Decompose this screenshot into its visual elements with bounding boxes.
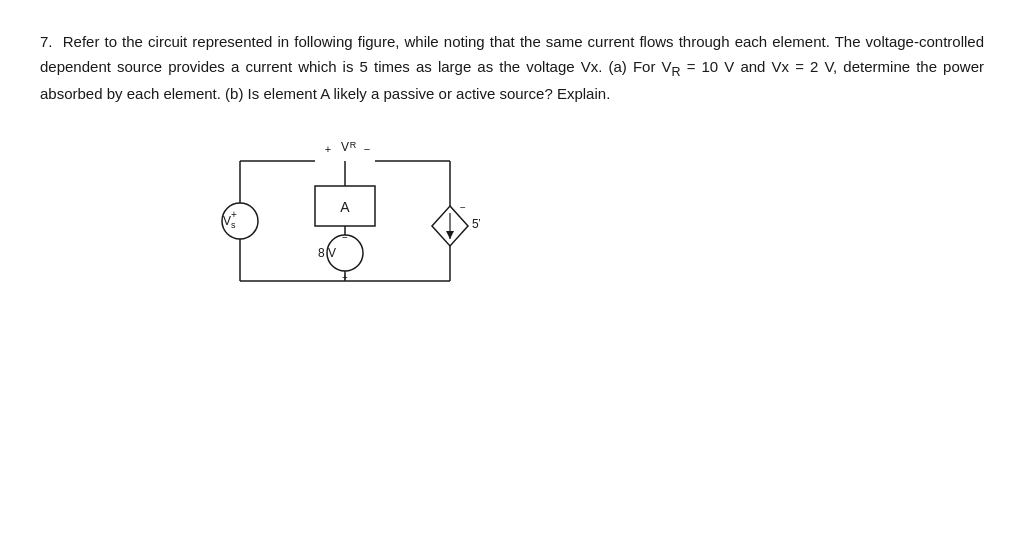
label-8v-plus: + bbox=[342, 272, 348, 283]
label-vr-sub: R bbox=[350, 140, 357, 150]
label-a: A bbox=[340, 199, 350, 215]
label-vs-sub: s bbox=[231, 220, 236, 230]
label-8v: 8 V bbox=[318, 246, 336, 260]
label-5vx-minus: − bbox=[460, 202, 466, 213]
label-vr: V bbox=[341, 140, 349, 154]
question-number: 7. bbox=[40, 33, 63, 50]
svg-text:+: + bbox=[231, 209, 237, 220]
label-vr-minus: − bbox=[364, 143, 370, 155]
label-5vx: 5V bbox=[472, 217, 480, 231]
label-8v-minus: − bbox=[342, 232, 348, 243]
page-content: 7. Refer to the circuit represented in f… bbox=[40, 30, 984, 311]
circuit-diagram: A + V R − + V s − + 8 V − bbox=[220, 131, 480, 311]
label-vs: V bbox=[223, 214, 231, 228]
circuit-svg: A + V R − + V s − + 8 V − bbox=[220, 131, 480, 311]
label-vr-plus: + bbox=[325, 143, 331, 155]
question-text: 7. Refer to the circuit represented in f… bbox=[40, 30, 984, 107]
